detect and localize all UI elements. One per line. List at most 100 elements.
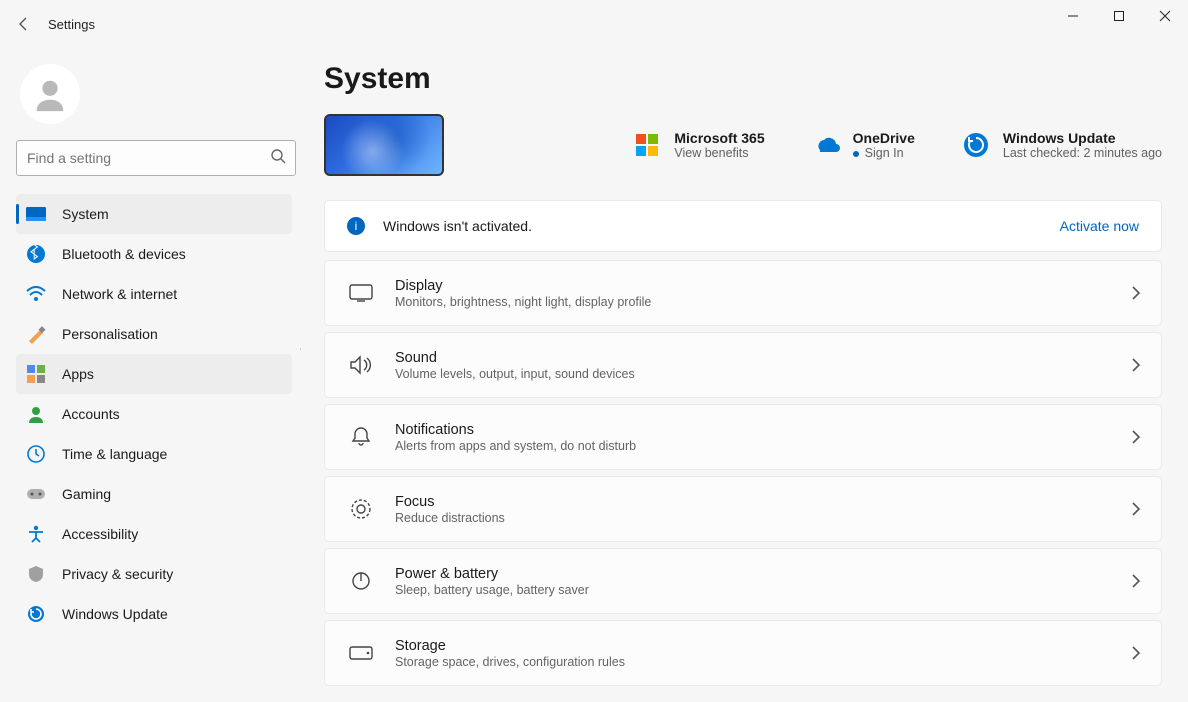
card-subtitle: Alerts from apps and system, do not dist… [395,439,636,453]
card-title: Storage [395,638,625,654]
sidebar-item-personalisation[interactable]: Personalisation [16,314,292,354]
sidebar-item-apps[interactable]: Apps [16,354,292,394]
card-title: Sound [395,350,635,366]
chevron-right-icon [1131,286,1141,300]
close-button[interactable] [1142,0,1188,32]
card-display[interactable]: DisplayMonitors, brightness, night light… [324,260,1162,326]
power-icon [343,570,379,592]
main-content: System Microsoft 365 View benefits [300,48,1188,702]
chevron-right-icon [1131,646,1141,660]
avatar-icon [31,75,69,113]
onedrive-icon [811,130,841,160]
chevron-right-icon [1131,430,1141,444]
status-windows-update[interactable]: Windows Update Last checked: 2 minutes a… [961,130,1162,160]
status-title: Microsoft 365 [674,130,764,146]
card-title: Focus [395,494,505,510]
nav-list: System Bluetooth & devices Network & int… [16,194,292,634]
display-card-icon [343,284,379,302]
activation-banner: i Windows isn't activated. Activate now [324,200,1162,252]
title-bar: Settings [0,0,1188,48]
banner-message: Windows isn't activated. [383,218,1060,234]
status-subtitle: View benefits [674,146,764,160]
window-title: Settings [48,17,95,32]
sidebar-item-windows-update[interactable]: Windows Update [16,594,292,634]
shield-icon [26,564,46,584]
wifi-icon [26,284,46,304]
card-storage[interactable]: StorageStorage space, drives, configurat… [324,620,1162,686]
focus-icon [343,498,379,520]
accessibility-icon [26,524,46,544]
card-title: Power & battery [395,566,589,582]
sidebar-item-time-language[interactable]: Time & language [16,434,292,474]
status-subtitle: Sign In [853,146,915,160]
sidebar-item-system[interactable]: System [16,194,292,234]
status-title: OneDrive [853,130,915,146]
back-button[interactable] [0,0,48,48]
sidebar: System Bluetooth & devices Network & int… [0,48,300,702]
settings-window: Settings System Bluet [0,0,1188,702]
sidebar-item-gaming[interactable]: Gaming [16,474,292,514]
status-title: Windows Update [1003,130,1162,146]
sidebar-item-label: Gaming [62,486,111,502]
top-status-row: Microsoft 365 View benefits OneDrive Sig… [324,114,1162,176]
page-title: System [324,62,1162,96]
activate-now-link[interactable]: Activate now [1060,218,1139,234]
gamepad-icon [26,484,46,504]
sidebar-item-label: Accessibility [62,526,138,542]
search-input[interactable] [16,140,296,176]
sound-card-icon [343,355,379,375]
sidebar-item-label: Accounts [62,406,120,422]
sidebar-item-label: Windows Update [62,606,168,622]
close-icon [1159,10,1171,22]
avatar[interactable] [20,64,80,124]
chevron-right-icon [1131,358,1141,372]
card-subtitle: Sleep, battery usage, battery saver [395,583,589,597]
update-status-icon [961,130,991,160]
desktop-preview[interactable] [324,114,444,176]
search-icon [270,148,286,164]
sidebar-item-privacy[interactable]: Privacy & security [16,554,292,594]
card-focus[interactable]: FocusReduce distractions [324,476,1162,542]
sidebar-item-accounts[interactable]: Accounts [16,394,292,434]
status-onedrive[interactable]: OneDrive Sign In [811,130,915,160]
annotation-arrow-icon [300,342,310,422]
clock-globe-icon [26,444,46,464]
sidebar-item-network[interactable]: Network & internet [16,274,292,314]
maximize-button[interactable] [1096,0,1142,32]
card-subtitle: Monitors, brightness, night light, displ… [395,295,651,309]
card-sound[interactable]: SoundVolume levels, output, input, sound… [324,332,1162,398]
card-subtitle: Volume levels, output, input, sound devi… [395,367,635,381]
paint-icon [26,324,46,344]
card-subtitle: Reduce distractions [395,511,505,525]
window-controls [1050,0,1188,32]
chevron-right-icon [1131,574,1141,588]
status-subtitle: Last checked: 2 minutes ago [1003,146,1162,160]
sidebar-item-label: System [62,206,109,222]
bluetooth-icon [26,244,46,264]
sidebar-item-label: Network & internet [62,286,177,302]
display-icon [26,204,46,224]
card-subtitle: Storage space, drives, configuration rul… [395,655,625,669]
back-arrow-icon [16,16,32,32]
card-notifications[interactable]: NotificationsAlerts from apps and system… [324,404,1162,470]
person-icon [26,404,46,424]
info-icon: i [347,217,365,235]
minimize-icon [1067,10,1079,22]
sidebar-item-label: Bluetooth & devices [62,246,186,262]
card-power[interactable]: Power & batterySleep, battery usage, bat… [324,548,1162,614]
bell-icon [343,426,379,448]
update-icon [26,604,46,624]
sidebar-item-label: Time & language [62,446,167,462]
settings-cards: DisplayMonitors, brightness, night light… [324,260,1162,686]
status-m365[interactable]: Microsoft 365 View benefits [632,130,764,160]
apps-icon [26,364,46,384]
sidebar-item-bluetooth[interactable]: Bluetooth & devices [16,234,292,274]
minimize-button[interactable] [1050,0,1096,32]
sidebar-item-label: Apps [62,366,94,382]
storage-icon [343,646,379,660]
search-box[interactable] [16,140,296,176]
sidebar-item-accessibility[interactable]: Accessibility [16,514,292,554]
card-title: Notifications [395,422,636,438]
sidebar-item-label: Personalisation [62,326,158,342]
maximize-icon [1113,10,1125,22]
